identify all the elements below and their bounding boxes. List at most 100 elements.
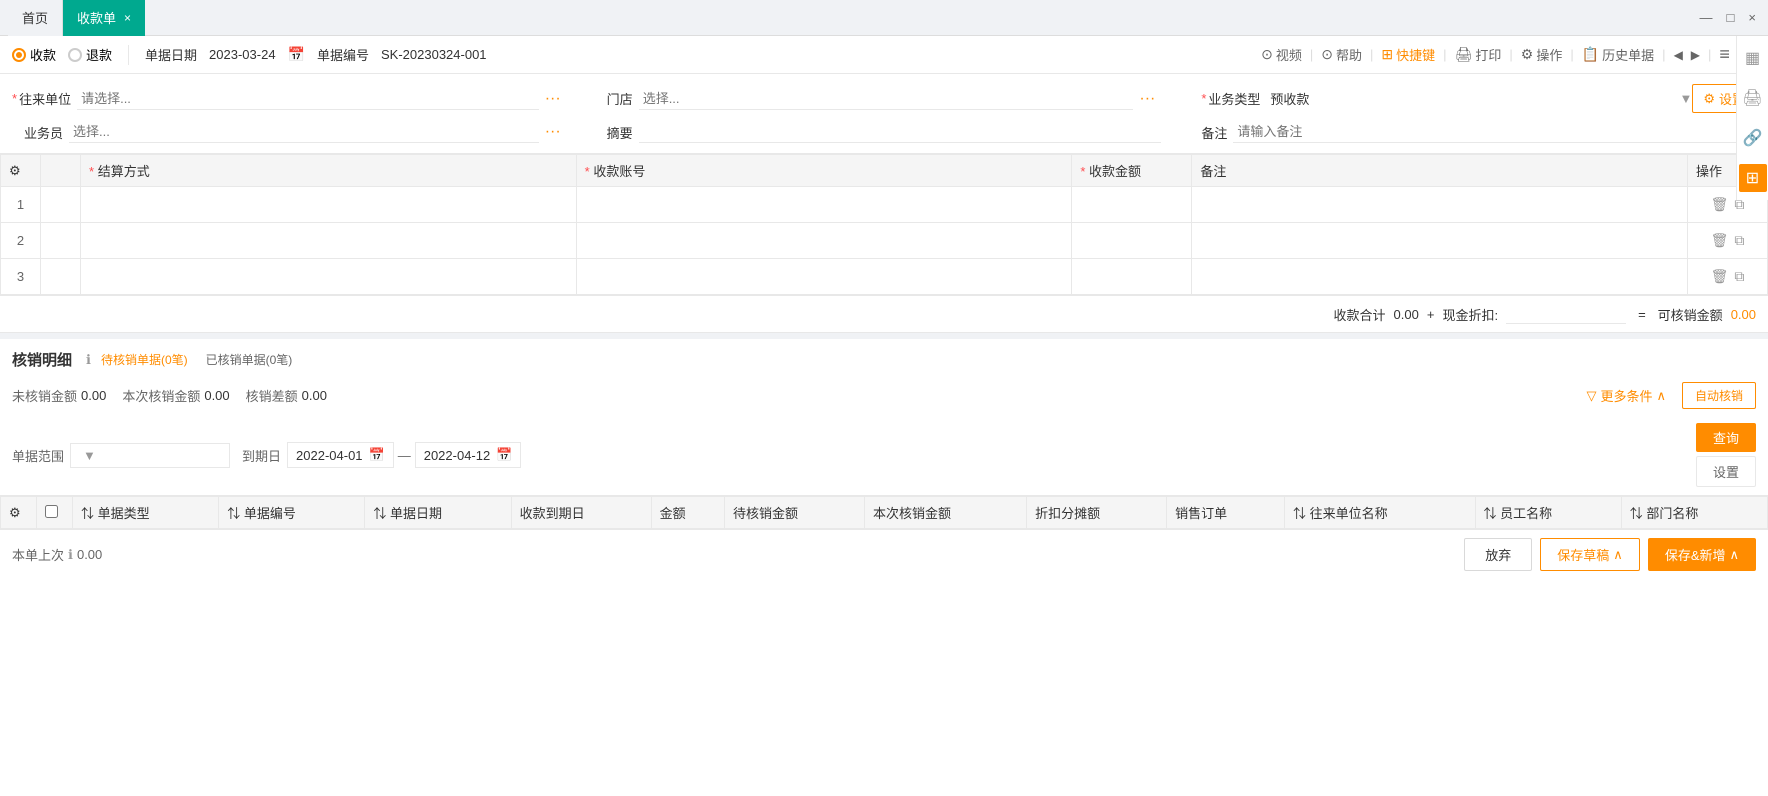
date-from-input[interactable]: 2022-04-01 📅 (287, 442, 394, 468)
auto-verify-btn[interactable]: 自动核销 (1682, 382, 1756, 409)
store-more-icon[interactable]: ··· (1133, 90, 1161, 108)
filter-setting-btn[interactable]: 设置 (1696, 456, 1756, 487)
tab-close-icon[interactable]: × (124, 11, 131, 25)
cal-to-icon[interactable]: 📅 (496, 447, 512, 463)
video-action[interactable]: ⊙ 视频 (1261, 45, 1302, 64)
bottom-info-icon[interactable]: ℹ (68, 547, 73, 563)
range-select[interactable]: ▼ (70, 443, 230, 468)
shortcut-action[interactable]: ⊞ 快捷键 (1381, 45, 1435, 64)
lth-bill-type: ⇅ 单据类型 (73, 497, 219, 529)
tab-receipt[interactable]: 收款单 × (63, 0, 145, 36)
section-title: 核销明细 (12, 349, 72, 370)
delete-row-2-btn[interactable]: 🗑 (1711, 232, 1729, 249)
save-draft-chevron: ∧ (1613, 547, 1623, 563)
settle-input-1[interactable] (81, 187, 576, 222)
row-3-account[interactable] (576, 259, 1072, 295)
radio-receipt[interactable]: 收款 (12, 45, 56, 64)
th-settings[interactable]: ⚙ (1, 155, 41, 187)
amount-input-1[interactable] (1072, 187, 1191, 222)
counterparty-input[interactable] (77, 88, 539, 110)
counterparty-field: * 往来单位 ··· (12, 88, 567, 110)
note-input[interactable] (1233, 121, 1756, 143)
staff-input[interactable] (69, 121, 539, 143)
counterparty-more-icon[interactable]: ··· (539, 90, 567, 108)
list-view-btn[interactable]: ≡ (1719, 44, 1730, 65)
verified-tab[interactable]: 已核销单据(0笔) (206, 351, 293, 368)
pending-tab[interactable]: 待核销单据(0笔) (101, 351, 188, 368)
more-conditions-label: 更多条件 (1600, 386, 1652, 405)
filter-buttons: 查询 设置 (1696, 423, 1756, 487)
row-3-num: 3 (1, 259, 41, 295)
toolbar: 收款 退款 单据日期 2023-03-24 📅 单据编号 SK-20230324… (0, 36, 1768, 74)
settle-input-3[interactable] (81, 259, 576, 294)
verification-section: 核销明细 ℹ 待核销单据(0笔) 已核销单据(0笔) 未核销金额 0.00 本次… (0, 333, 1768, 529)
window-close-btn[interactable]: × (1744, 10, 1760, 25)
staff-more-icon[interactable]: ··· (539, 123, 567, 141)
row-3-ops: 🗑 ⧉ (1688, 259, 1768, 295)
date-to-input[interactable]: 2022-04-12 📅 (415, 442, 522, 468)
ops-action[interactable]: ⚙ 操作 (1521, 45, 1563, 64)
abandon-btn[interactable]: 放弃 (1464, 538, 1532, 571)
right-sidebar: ▦ 🖨 🔗 ⊞ (1736, 36, 1768, 200)
discount-input[interactable] (1506, 304, 1626, 324)
row-2-settle[interactable] (81, 223, 577, 259)
sidebar-icon-link[interactable]: 🔗 (1739, 124, 1767, 152)
lth-settings[interactable]: ⚙ (1, 497, 37, 529)
account-input-2[interactable] (577, 223, 1072, 258)
lth-checkbox[interactable] (37, 497, 73, 529)
info-icon[interactable]: ℹ (86, 352, 91, 368)
cal-from-icon[interactable]: 📅 (369, 447, 385, 463)
plus-sign: + (1427, 307, 1435, 322)
account-input-1[interactable] (577, 187, 1072, 222)
copy-row-3-btn[interactable]: ⧉ (1734, 268, 1744, 285)
row-1-settle[interactable] (81, 187, 577, 223)
amount-input-3[interactable] (1072, 259, 1191, 294)
row-1-amount[interactable] (1072, 187, 1192, 223)
copy-row-2-btn[interactable]: ⧉ (1734, 232, 1744, 249)
note-input-3[interactable] (1192, 259, 1687, 294)
row-2-num: 2 (1, 223, 41, 259)
more-conditions-btn[interactable]: ▽ 更多条件 ∧ (1586, 386, 1666, 405)
row-3-settle[interactable] (81, 259, 577, 295)
lth-discount: 折扣分摊额 (1027, 497, 1167, 529)
store-input[interactable] (639, 88, 1134, 110)
save-new-btn[interactable]: 保存&新增 ∧ (1648, 538, 1756, 571)
row-3-note[interactable] (1192, 259, 1688, 295)
radio-refund[interactable]: 退款 (68, 45, 112, 64)
print-label: 打印 (1475, 45, 1501, 64)
delete-row-1-btn[interactable]: 🗑 (1711, 196, 1729, 213)
minimize-btn[interactable]: — (1696, 10, 1717, 25)
note-input-2[interactable] (1192, 223, 1687, 258)
row-1-account[interactable] (576, 187, 1072, 223)
select-all-checkbox[interactable] (45, 505, 58, 518)
help-action[interactable]: ⊙ 帮助 (1321, 45, 1362, 64)
sidebar-icon-table[interactable]: ▦ (1739, 44, 1767, 72)
nav-left-btn[interactable]: ◀ (1674, 48, 1683, 62)
row-2-account[interactable] (576, 223, 1072, 259)
account-input-3[interactable] (577, 259, 1072, 294)
note-input-1[interactable] (1192, 187, 1687, 222)
row-2-amount[interactable] (1072, 223, 1192, 259)
sidebar-icon-expand[interactable]: ⊞ (1739, 164, 1767, 192)
print-action[interactable]: 🖨 打印 (1455, 45, 1502, 64)
calendar-icon[interactable]: 📅 (288, 46, 305, 63)
unverified-value: 0.00 (81, 388, 106, 403)
nav-right-btn[interactable]: ▶ (1691, 48, 1700, 62)
biz-type-chevron[interactable]: ▼ (1679, 91, 1692, 106)
save-draft-btn[interactable]: 保存草稿 ∧ (1540, 538, 1640, 571)
total-label: 收款合计 (1334, 305, 1386, 324)
history-label: 历史单据 (1602, 45, 1654, 64)
tab-home[interactable]: 首页 (8, 0, 63, 36)
summary-input[interactable] (639, 121, 1162, 143)
staff-field: 业务员 ··· (12, 121, 567, 143)
row-1-note[interactable] (1192, 187, 1688, 223)
maximize-btn[interactable]: □ (1723, 10, 1739, 25)
delete-row-3-btn[interactable]: 🗑 (1711, 268, 1729, 285)
settle-input-2[interactable] (81, 223, 576, 258)
sidebar-icon-print[interactable]: 🖨 (1739, 84, 1767, 112)
history-action[interactable]: 📋 历史单据 (1582, 45, 1654, 64)
row-2-note[interactable] (1192, 223, 1688, 259)
query-btn[interactable]: 查询 (1696, 423, 1756, 452)
amount-input-2[interactable] (1072, 223, 1191, 258)
row-3-amount[interactable] (1072, 259, 1192, 295)
